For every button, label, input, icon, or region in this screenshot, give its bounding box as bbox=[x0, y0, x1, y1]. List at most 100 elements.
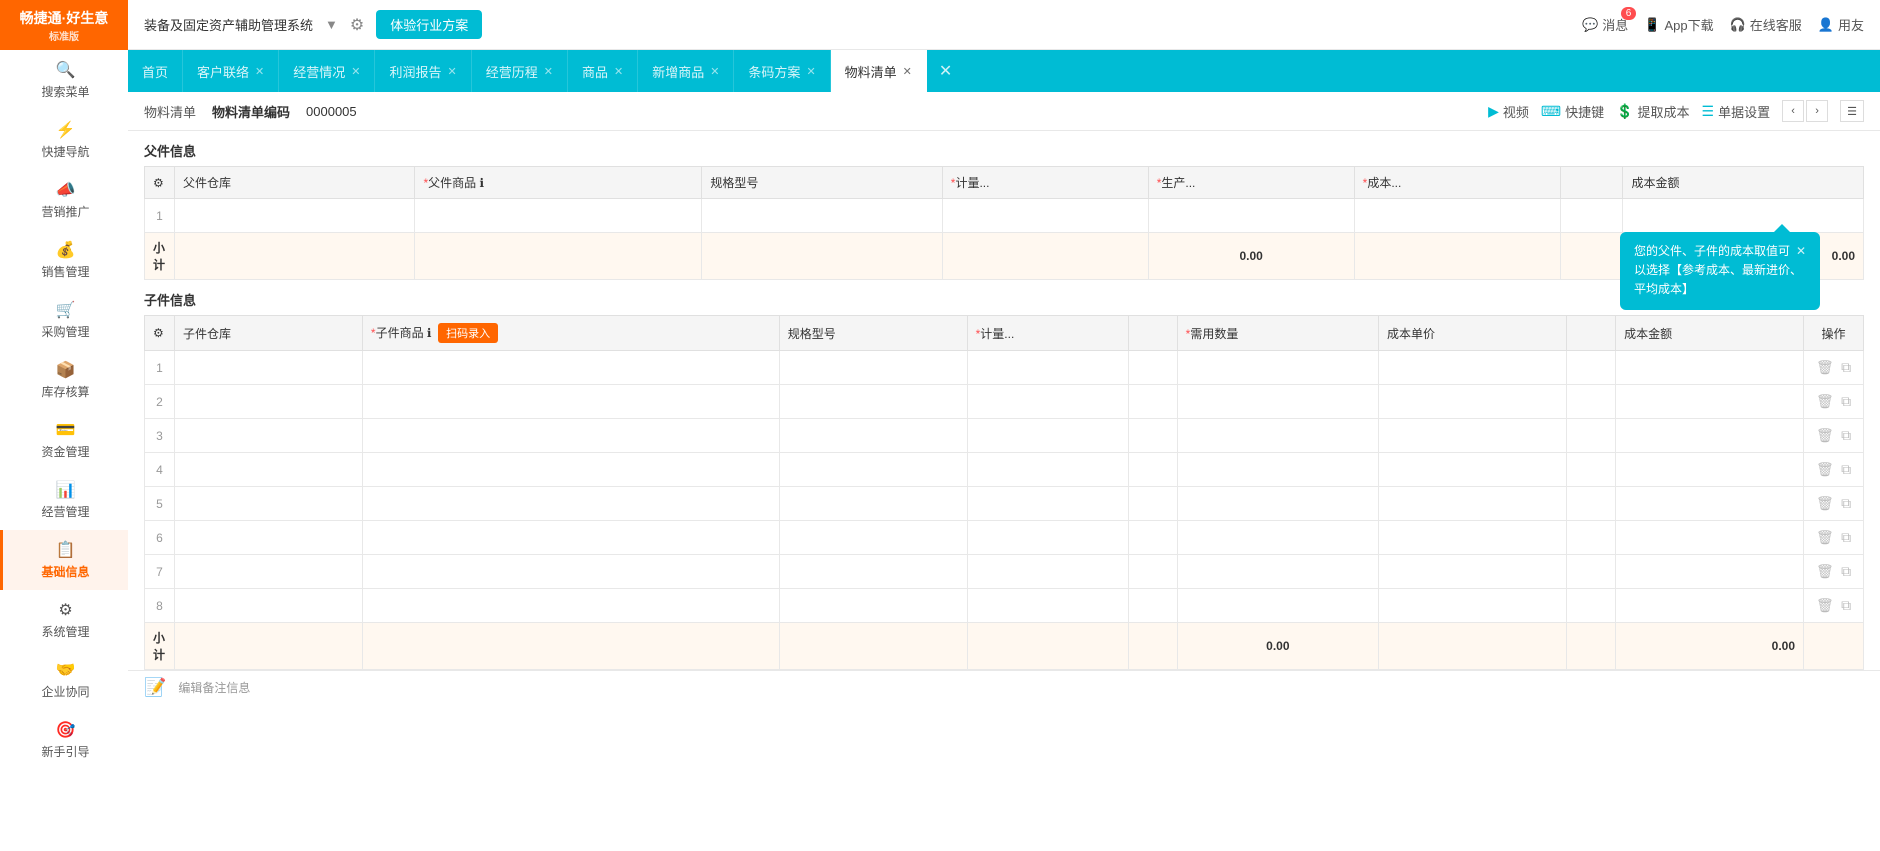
parent-col-setting[interactable]: ⚙ bbox=[145, 167, 175, 199]
user-btn[interactable]: 👤 用友 bbox=[1818, 15, 1864, 34]
experience-btn[interactable]: 体验行业方案 bbox=[376, 10, 482, 39]
sidebar-item-经营管理[interactable]: 📊经营管理 bbox=[0, 470, 128, 530]
child-unit-4[interactable] bbox=[967, 453, 1128, 487]
child-spec-2[interactable] bbox=[779, 385, 967, 419]
sidebar-item-营销推广[interactable]: 📣营销推广 bbox=[0, 170, 128, 230]
sidebar-item-企业协同[interactable]: 🤝企业协同 bbox=[0, 650, 128, 710]
child-unit-cost-6[interactable] bbox=[1379, 521, 1567, 555]
menu-btn[interactable]: ☰ bbox=[1840, 100, 1864, 122]
child-unit-cost-5[interactable] bbox=[1379, 487, 1567, 521]
child-spec-3[interactable] bbox=[779, 419, 967, 453]
delete-icon-7[interactable]: 🗑 bbox=[1816, 563, 1834, 579]
nav-tab-1[interactable]: 客户联络✕ bbox=[183, 50, 279, 92]
nav-tab-0[interactable]: 首页 bbox=[128, 50, 183, 92]
view-btn[interactable]: ▶ 视频 bbox=[1488, 102, 1529, 121]
app-download-btn[interactable]: 📱 App下载 bbox=[1644, 15, 1713, 34]
tab-close-2[interactable]: ✕ bbox=[351, 65, 360, 78]
child-qty-3[interactable] bbox=[1177, 419, 1378, 453]
prev-btn[interactable]: ‹ bbox=[1782, 100, 1804, 122]
child-warehouse-2[interactable] bbox=[175, 385, 363, 419]
child-spec-7[interactable] bbox=[779, 555, 967, 589]
child-unit-3[interactable] bbox=[967, 419, 1128, 453]
message-btn[interactable]: 💬 消息 6 bbox=[1582, 15, 1628, 34]
sidebar-item-系统管理[interactable]: ⚙系统管理 bbox=[0, 590, 128, 650]
child-warehouse-1[interactable] bbox=[175, 351, 363, 385]
tab-close-7[interactable]: ✕ bbox=[806, 65, 815, 78]
delete-icon-5[interactable]: 🗑 bbox=[1816, 495, 1834, 511]
child-warehouse-3[interactable] bbox=[175, 419, 363, 453]
child-unit-6[interactable] bbox=[967, 521, 1128, 555]
child-spec-8[interactable] bbox=[779, 589, 967, 623]
nav-tab-2[interactable]: 经营情况✕ bbox=[279, 50, 375, 92]
parent-produce-1[interactable] bbox=[1148, 199, 1354, 233]
child-unit-cost-1[interactable] bbox=[1379, 351, 1567, 385]
nav-tab-4[interactable]: 经营历程✕ bbox=[472, 50, 568, 92]
child-unit-1[interactable] bbox=[967, 351, 1128, 385]
child-qty-2[interactable] bbox=[1177, 385, 1378, 419]
child-unit-cost-2[interactable] bbox=[1379, 385, 1567, 419]
child-qty-5[interactable] bbox=[1177, 487, 1378, 521]
parent-product-1[interactable] bbox=[415, 199, 702, 233]
delete-icon-1[interactable]: 🗑 bbox=[1816, 359, 1834, 375]
settings-btn[interactable]: ☰ 单据设置 bbox=[1702, 102, 1771, 121]
child-spec-5[interactable] bbox=[779, 487, 967, 521]
sidebar-item-基础信息[interactable]: 📋基础信息 bbox=[0, 530, 128, 590]
online-service-btn[interactable]: 🎧 在线客服 bbox=[1730, 15, 1802, 34]
tooltip-close-btn[interactable]: ✕ bbox=[1796, 242, 1806, 261]
nav-tab-6[interactable]: 新增商品✕ bbox=[638, 50, 734, 92]
child-warehouse-4[interactable] bbox=[175, 453, 363, 487]
delete-icon-4[interactable]: 🗑 bbox=[1816, 461, 1834, 477]
sidebar-item-资金管理[interactable]: 💳资金管理 bbox=[0, 410, 128, 470]
parent-unit-1[interactable] bbox=[942, 199, 1148, 233]
sidebar-item-搜索菜单[interactable]: 🔍搜索菜单 bbox=[0, 50, 128, 110]
child-warehouse-8[interactable] bbox=[175, 589, 363, 623]
tab-close-6[interactable]: ✕ bbox=[710, 65, 719, 78]
child-qty-8[interactable] bbox=[1177, 589, 1378, 623]
child-qty-7[interactable] bbox=[1177, 555, 1378, 589]
tab-close-3[interactable]: ✕ bbox=[448, 65, 457, 78]
child-product-2[interactable] bbox=[362, 385, 779, 419]
child-warehouse-5[interactable] bbox=[175, 487, 363, 521]
parent-warehouse-1[interactable] bbox=[175, 199, 415, 233]
child-warehouse-7[interactable] bbox=[175, 555, 363, 589]
child-unit-7[interactable] bbox=[967, 555, 1128, 589]
delete-icon-3[interactable]: 🗑 bbox=[1816, 427, 1834, 443]
delete-icon-2[interactable]: 🗑 bbox=[1816, 393, 1834, 409]
sidebar-item-采购管理[interactable]: 🛒采购管理 bbox=[0, 290, 128, 350]
tab-close-1[interactable]: ✕ bbox=[255, 65, 264, 78]
child-product-3[interactable] bbox=[362, 419, 779, 453]
child-qty-6[interactable] bbox=[1177, 521, 1378, 555]
child-product-8[interactable] bbox=[362, 589, 779, 623]
nav-tab-8[interactable]: 物料清单✕ bbox=[831, 50, 927, 92]
child-product-1[interactable] bbox=[362, 351, 779, 385]
gear-icon[interactable]: ⚙ bbox=[350, 15, 364, 35]
nav-tab-3[interactable]: 利润报告✕ bbox=[375, 50, 471, 92]
delete-icon-6[interactable]: 🗑 bbox=[1816, 529, 1834, 545]
page-close-btn[interactable]: ✕ bbox=[927, 50, 964, 92]
sidebar-item-库存核算[interactable]: 📦库存核算 bbox=[0, 350, 128, 410]
child-unit-8[interactable] bbox=[967, 589, 1128, 623]
copy-icon-2[interactable]: ⧉ bbox=[1841, 393, 1851, 409]
copy-icon-3[interactable]: ⧉ bbox=[1841, 427, 1851, 443]
parent-spec-1[interactable] bbox=[702, 199, 942, 233]
child-warehouse-6[interactable] bbox=[175, 521, 363, 555]
tab-close-5[interactable]: ✕ bbox=[614, 65, 623, 78]
child-spec-1[interactable] bbox=[779, 351, 967, 385]
parent-cost-1[interactable] bbox=[1354, 199, 1560, 233]
child-product-7[interactable] bbox=[362, 555, 779, 589]
copy-icon-8[interactable]: ⧉ bbox=[1841, 597, 1851, 613]
tab-close-4[interactable]: ✕ bbox=[544, 65, 553, 78]
child-unit-cost-4[interactable] bbox=[1379, 453, 1567, 487]
child-unit-5[interactable] bbox=[967, 487, 1128, 521]
copy-icon-1[interactable]: ⧉ bbox=[1841, 359, 1851, 375]
child-qty-1[interactable] bbox=[1177, 351, 1378, 385]
child-product-5[interactable] bbox=[362, 487, 779, 521]
child-unit-2[interactable] bbox=[967, 385, 1128, 419]
sidebar-item-新手引导[interactable]: 🎯新手引导 bbox=[0, 710, 128, 770]
delete-icon-8[interactable]: 🗑 bbox=[1816, 597, 1834, 613]
sidebar-item-销售管理[interactable]: 💰销售管理 bbox=[0, 230, 128, 290]
copy-icon-7[interactable]: ⧉ bbox=[1841, 563, 1851, 579]
child-col-setting[interactable]: ⚙ bbox=[145, 316, 175, 351]
sidebar-item-快捷导航[interactable]: ⚡快捷导航 bbox=[0, 110, 128, 170]
child-spec-4[interactable] bbox=[779, 453, 967, 487]
